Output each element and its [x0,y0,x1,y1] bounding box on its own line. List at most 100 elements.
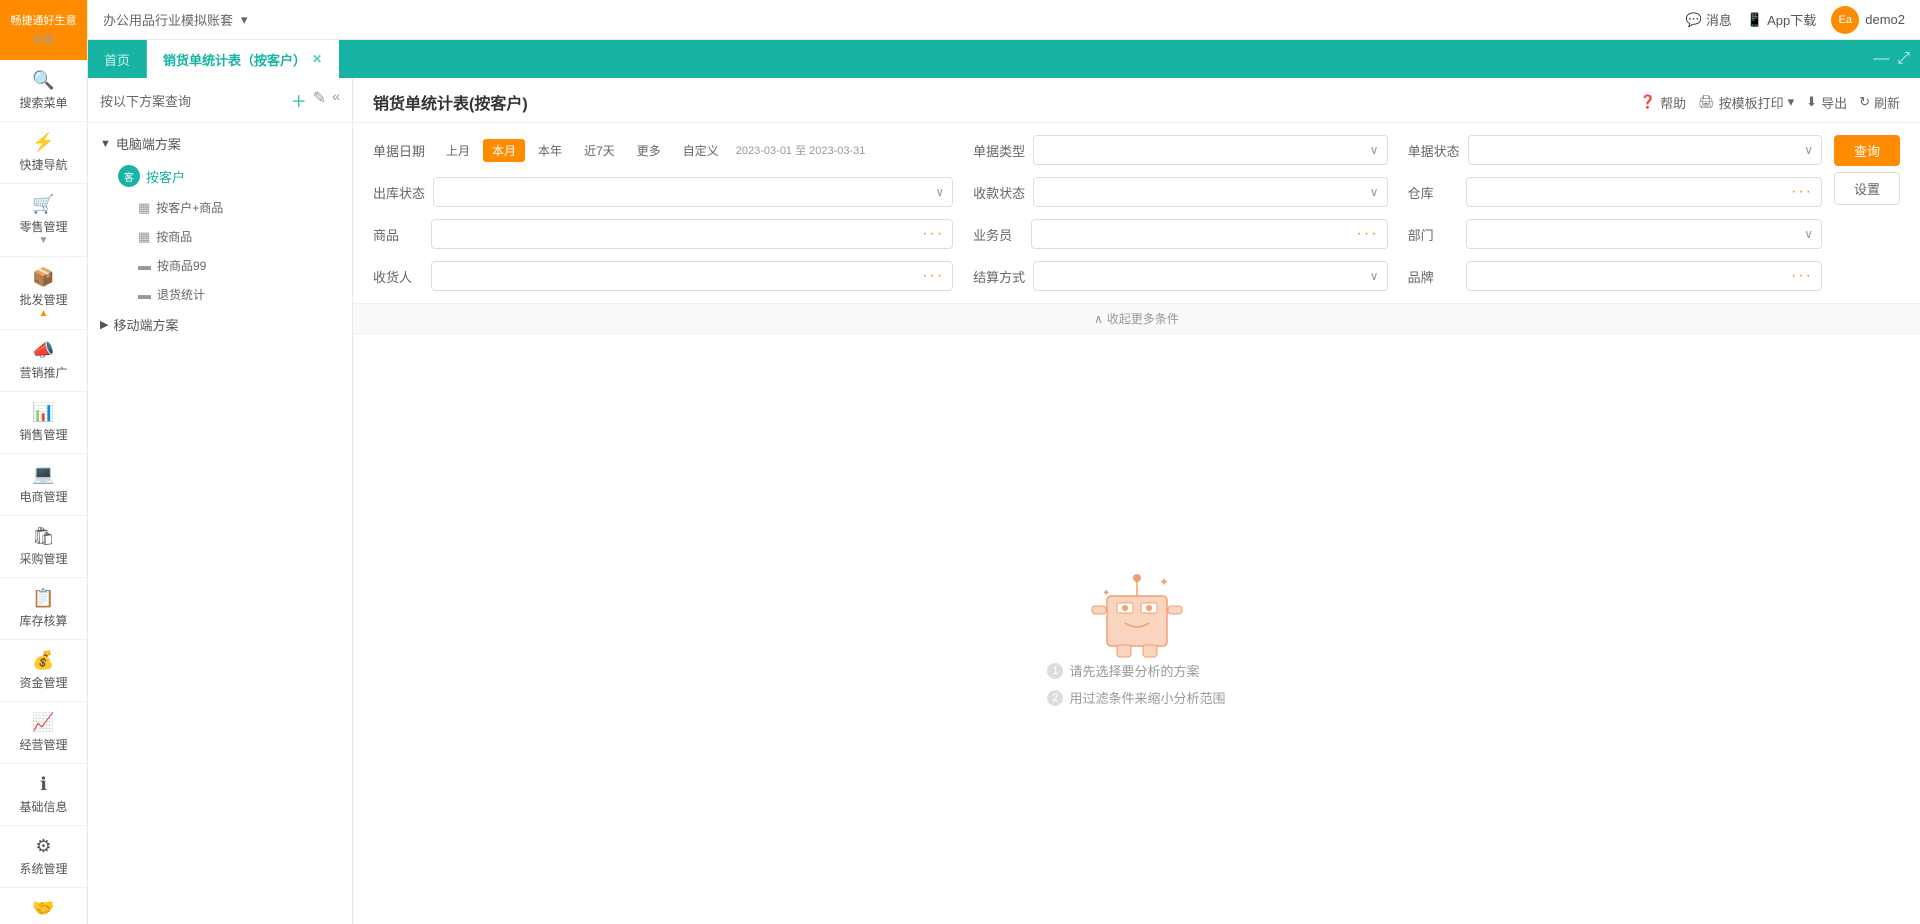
refresh-btn[interactable]: ↻ 刷新 [1859,93,1900,112]
tab-home-label: 首页 [104,50,130,69]
help-label: 帮助 [1660,93,1686,112]
tab-maximize-icon[interactable]: ⤢ [1897,50,1910,68]
filter-date: 单据日期 上月 本月 本年 近7天 更多 自定义 2023-03-01 至 20… [373,139,953,162]
tree-by-goods-99[interactable]: ▬ 按商品99 [88,251,352,280]
sidebar-item-search-menu[interactable]: 🔍 搜索菜单 [0,60,87,122]
sidebar: 畅捷通好生意 标版 🔍 搜索菜单 ⚡ 快捷导航 🛒 零售管理 ▼ 📦 批发管理 … [0,0,88,924]
tree-by-goods[interactable]: ▦ 按商品 [88,222,352,251]
filter-main: 单据日期 上月 本月 本年 近7天 更多 自定义 2023-03-01 至 20… [373,135,1900,291]
sidebar-item-ops[interactable]: 📈 经营管理 [0,702,87,764]
query-button[interactable]: 查询 [1834,135,1900,166]
tab-close-icon[interactable]: ✕ [312,52,322,66]
product-dropdown-icon[interactable]: ▾ [241,12,248,28]
purchase-icon: 🛍 [32,526,55,547]
add-scheme-icon[interactable]: ＋ [291,88,307,112]
app-download-icon: 📱 [1747,12,1763,28]
date-btn-this-month[interactable]: 本月 [483,139,525,162]
tree-desktop-parent[interactable]: ▼ 电脑端方案 [88,128,352,159]
date-label: 单据日期 [373,141,425,160]
edit-scheme-icon[interactable]: ✎ [313,88,326,112]
print-btn[interactable]: 🖨 按模板打印 ▾ [1698,93,1794,112]
collapse-text: ∧ 收起更多条件 [1094,310,1179,327]
receiver-select[interactable]: ··· [431,261,953,291]
bar-icon: ▬ [138,258,151,273]
sales-icon: 📊 [32,402,54,423]
warehouse-label: 仓库 [1408,183,1458,202]
left-panel-header: 按以下方案查询 ＋ ✎ « [88,78,352,123]
payment-select[interactable]: ∨ [1033,261,1387,291]
settings-button[interactable]: 设置 [1834,172,1900,205]
tree-child-label: 按客户 [146,167,185,186]
tab-actions: — ⤢ [1863,40,1920,78]
sidebar-item-sales[interactable]: 📊 销售管理 [0,392,87,454]
date-btn-last-month[interactable]: 上月 [437,139,479,162]
filter-brand: 品牌 ··· [1408,261,1822,291]
salesperson-select[interactable]: ··· [1031,219,1387,249]
sidebar-item-basic[interactable]: ℹ 基础信息 [0,764,87,826]
retail-icon: 🛒 [32,194,54,215]
filter-row-1: 单据日期 上月 本月 本年 近7天 更多 自定义 2023-03-01 至 20… [373,135,1822,165]
sidebar-item-quick-nav[interactable]: ⚡ 快捷导航 [0,122,87,184]
bill-status-label: 单据状态 [1408,141,1460,160]
bill-status-select[interactable]: ∨ [1468,135,1822,165]
sidebar-item-enterprise[interactable]: 🤝 企业协同 [0,888,87,924]
dept-select[interactable]: ∨ [1466,219,1822,249]
refresh-icon: ↻ [1859,94,1870,110]
bill-type-select[interactable]: ∨ [1033,135,1387,165]
app-download-btn[interactable]: 📱 App下载 [1747,10,1816,29]
svg-text:✦: ✦ [1102,588,1110,599]
date-btn-this-year[interactable]: 本年 [529,139,571,162]
sidebar-item-label: 采购管理 [19,550,67,567]
tab-sales-stat[interactable]: 销货单统计表（按客户） ✕ [147,40,339,78]
sidebar-item-retail[interactable]: 🛒 零售管理 ▼ [0,184,87,257]
sidebar-item-label: 库存核算 [19,612,67,629]
goods-select[interactable]: ··· [431,219,953,249]
sidebar-item-purchase[interactable]: 🛍 采购管理 [0,516,87,578]
tab-home[interactable]: 首页 [88,40,147,78]
tab-minimize-icon[interactable]: — [1873,50,1889,68]
sidebar-item-wholesale[interactable]: 📦 批发管理 ▲ [0,257,87,330]
message-btn[interactable]: 💬 消息 [1686,10,1732,29]
chevron-down-icon2: ∨ [1804,143,1813,157]
sidebar-item-system[interactable]: ⚙ 系统管理 [0,826,87,888]
filter-receipt-status: 收款状态 ∨ [973,177,1387,207]
tree-grand-label: 按商品 [156,228,192,245]
logo-sub: 标版 [34,31,54,46]
help-btn[interactable]: ❓ 帮助 [1640,93,1686,112]
topbar: 办公用品行业模拟账套 ▾ 💬 消息 📱 App下载 Ea demo2 [88,0,1920,40]
receiver-label: 收货人 [373,267,423,286]
out-status-select[interactable]: ∨ [433,177,953,207]
collapse-panel-icon[interactable]: « [332,88,340,112]
bill-type-label: 单据类型 [973,141,1025,160]
brand-select[interactable]: ··· [1466,261,1822,291]
app-logo: 畅捷通好生意 标版 [0,0,87,60]
tree-by-customer-goods[interactable]: ▦ 按客户+商品 [88,193,352,222]
tree-return-stat[interactable]: ▬ 退货统计 [88,280,352,309]
chevron-down-icon: ∨ [1370,143,1379,157]
node-active-icon: 客 [118,165,140,187]
sidebar-item-ecom[interactable]: 💻 电商管理 [0,454,87,516]
export-btn[interactable]: ⬇ 导出 [1806,93,1847,112]
tree-mobile-label: 移动端方案 [113,315,178,334]
sidebar-item-inventory[interactable]: 📋 库存核算 [0,578,87,640]
sidebar-item-label: 批发管理 [19,291,67,308]
receipt-status-select[interactable]: ∨ [1033,177,1387,207]
tree-by-customer[interactable]: 客 按客户 [88,159,352,193]
sidebar-item-label: 基础信息 [19,798,67,815]
tree-section: ▼ 电脑端方案 客 按客户 ▦ 按客户+商品 ▦ 按商品 ▬ 按商品 [88,123,352,345]
sidebar-item-finance[interactable]: 💰 资金管理 [0,640,87,702]
topbar-left: 办公用品行业模拟账套 ▾ [103,10,248,29]
sidebar-item-label: 零售管理 [19,218,67,235]
tree-mobile-parent[interactable]: ▶ 移动端方案 [88,309,352,340]
date-btn-custom[interactable]: 自定义 [674,139,728,162]
date-btn-7days[interactable]: 近7天 [575,139,624,162]
inventory-icon: 📋 [32,588,54,609]
sidebar-item-marketing[interactable]: 📣 营销推广 [0,330,87,392]
collapse-bar[interactable]: ∧ 收起更多条件 [353,304,1920,334]
salesperson-ellipsis-icon: ··· [1357,225,1379,243]
salesperson-label: 业务员 [973,225,1023,244]
date-btn-more[interactable]: 更多 [628,139,670,162]
scheme-query-title: 按以下方案查询 [100,91,191,110]
warehouse-select[interactable]: ··· [1466,177,1822,207]
user-area[interactable]: Ea demo2 [1831,6,1905,34]
